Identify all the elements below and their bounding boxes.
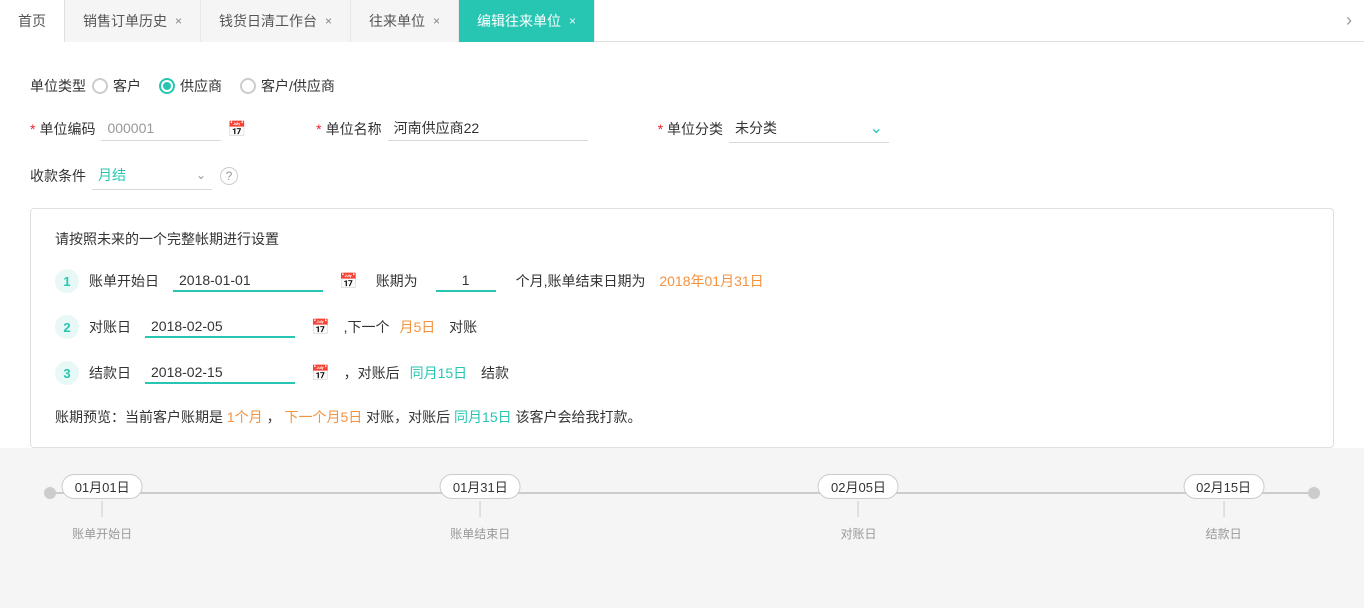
category-required: * — [658, 121, 663, 137]
radio-supplier-label: 供应商 — [180, 76, 222, 96]
preview-sep1: ， — [267, 409, 281, 425]
tab-edit-partner[interactable]: 编辑往来单位 × — [459, 0, 595, 42]
tab-sales-history-label: 销售订单历史 — [83, 11, 167, 31]
name-input[interactable] — [388, 116, 588, 141]
tabs-bar: 首页 销售订单历史 × 钱货日清工作台 × 往来单位 × 编辑往来单位 × › — [0, 0, 1364, 42]
step-3-prefix: ，对账后 — [340, 363, 400, 383]
node-4-label: 结款日 — [1206, 525, 1242, 542]
category-field-group: * 单位分类 未分类 ⌄ — [658, 114, 889, 143]
tab-sales-history[interactable]: 销售订单历史 × — [65, 0, 201, 42]
node-4-bubble: 02月15日 — [1183, 474, 1264, 499]
preview-sep2: 对账，对账后 — [366, 409, 450, 425]
radio-both-circle — [240, 78, 256, 94]
tab-sales-history-close[interactable]: × — [175, 14, 182, 28]
timeline-node-3: 02月05日 对账日 — [818, 474, 899, 542]
tab-edit-partner-close[interactable]: × — [569, 14, 576, 28]
name-label: 单位名称 — [326, 119, 382, 139]
tab-home-label: 首页 — [18, 11, 46, 31]
category-value: 未分类 — [735, 118, 864, 138]
tab-cash-work[interactable]: 钱货日清工作台 × — [201, 0, 351, 42]
node-2-label: 账单结束日 — [450, 525, 510, 542]
radio-customer-circle — [92, 78, 108, 94]
settings-section: 请按照未来的一个完整帐期进行设置 1 账单开始日 📅 账期为 个月,账单结束日期… — [30, 208, 1334, 448]
tab-cash-work-close[interactable]: × — [325, 14, 332, 28]
node-3-label: 对账日 — [840, 525, 876, 542]
step-1-calendar-icon[interactable]: 📅 — [339, 272, 358, 290]
name-field-group: * 单位名称 — [316, 116, 587, 141]
preview-p1: 1个月 — [227, 409, 263, 425]
timeline-node-4: 02月15日 结款日 — [1183, 474, 1264, 542]
code-required: * — [30, 121, 35, 137]
step-3-label: 结款日 — [89, 363, 131, 383]
step-3-row: 3 结款日 📅 ，对账后 同月15日 结款 — [55, 361, 1309, 385]
tab-partner[interactable]: 往来单位 × — [351, 0, 459, 42]
step-2-row: 2 对账日 📅 ,下一个 月5日 对账 — [55, 315, 1309, 339]
timeline-node-2: 01月31日 账单结束日 — [440, 474, 521, 542]
tab-partner-label: 往来单位 — [369, 11, 425, 31]
step-1-date-input[interactable] — [173, 270, 323, 292]
step-2-num: 2 — [55, 315, 79, 339]
code-input[interactable] — [101, 116, 221, 141]
unit-type-radio-group: 客户 供应商 客户/供应商 — [92, 76, 335, 96]
step-1-label: 账单开始日 — [89, 271, 159, 291]
category-label: 单位分类 — [667, 119, 723, 139]
preview-end: 该客户会给我打款。 — [516, 409, 642, 425]
code-calendar-icon[interactable]: 📅 — [227, 120, 246, 138]
preview-label: 账期预览：当前客户账期是 — [55, 409, 223, 425]
radio-both-label: 客户/供应商 — [261, 76, 335, 96]
node-2-bubble: 01月31日 — [440, 474, 521, 499]
radio-supplier[interactable]: 供应商 — [159, 76, 222, 96]
payment-chevron-icon: ⌄ — [196, 168, 206, 182]
tab-edit-partner-label: 编辑往来单位 — [477, 11, 561, 31]
payment-value: 月结 — [98, 165, 190, 185]
step-1-row: 1 账单开始日 📅 账期为 个月,账单结束日期为 2018年01月31日 — [55, 269, 1309, 293]
step-1-mid-label: 账期为 — [376, 271, 418, 291]
timeline-section: 01月01日 账单开始日 01月31日 账单结束日 02月05日 对账日 02月… — [0, 464, 1364, 564]
node-1-label: 账单开始日 — [72, 525, 132, 542]
unit-type-label: 单位类型 — [30, 76, 86, 96]
radio-customer[interactable]: 客户 — [92, 76, 141, 96]
tab-home[interactable]: 首页 — [0, 0, 65, 42]
help-icon[interactable]: ? — [220, 167, 238, 185]
tabs-expand-button[interactable]: › — [1334, 10, 1364, 31]
radio-customer-label: 客户 — [113, 76, 141, 96]
category-select[interactable]: 未分类 ⌄ — [729, 114, 889, 143]
step-1-end-date: 2018年01月31日 — [659, 271, 763, 291]
payment-label: 收款条件 — [30, 166, 86, 186]
preview-p2: 下一个月5日 — [284, 409, 362, 425]
step-2-suffix: 对账 — [445, 317, 477, 337]
node-3-bubble: 02月05日 — [818, 474, 899, 499]
code-field-group: * 单位编码 📅 — [30, 116, 246, 141]
main-content: 单位类型 客户 供应商 客户/供应商 * 单位编码 📅 * 单位名称 — [0, 42, 1364, 448]
payment-row: 收款条件 月结 ⌄ ? — [30, 161, 1334, 190]
preview-row: 账期预览：当前客户账期是 1个月 ， 下一个月5日 对账，对账后 同月15日 该… — [55, 407, 1309, 427]
payment-select[interactable]: 月结 ⌄ — [92, 161, 212, 190]
section-title: 请按照未来的一个完整帐期进行设置 — [55, 229, 1309, 249]
preview-p3: 同月15日 — [454, 409, 512, 425]
step-3-date-input[interactable] — [145, 362, 295, 384]
step-1-num: 1 — [55, 269, 79, 293]
code-label: 单位编码 — [39, 119, 95, 139]
code-name-row: * 单位编码 📅 * 单位名称 * 单位分类 未分类 ⌄ — [30, 114, 1334, 143]
node-1-bubble: 01月01日 — [62, 474, 143, 499]
step-3-suffix: 结款 — [477, 363, 509, 383]
step-1-months-input[interactable] — [436, 270, 496, 292]
timeline-node-1: 01月01日 账单开始日 — [62, 474, 143, 542]
step-1-suffix: 个月,账单结束日期为 — [512, 271, 650, 291]
chevron-down-icon: ⌄ — [870, 118, 883, 138]
step-2-calendar-icon[interactable]: 📅 — [311, 318, 330, 336]
step-3-num: 3 — [55, 361, 79, 385]
step-2-label: 对账日 — [89, 317, 131, 337]
step-2-date-input[interactable] — [145, 316, 295, 338]
name-required: * — [316, 121, 321, 137]
tab-cash-work-label: 钱货日清工作台 — [219, 11, 317, 31]
step-2-highlight: 月5日 — [399, 317, 435, 337]
radio-supplier-circle — [159, 78, 175, 94]
step-3-calendar-icon[interactable]: 📅 — [311, 364, 330, 382]
step-3-highlight: 同月15日 — [410, 363, 468, 383]
radio-both[interactable]: 客户/供应商 — [240, 76, 335, 96]
step-2-prefix: ,下一个 — [340, 317, 390, 337]
unit-type-row: 单位类型 客户 供应商 客户/供应商 — [30, 76, 1334, 96]
tab-partner-close[interactable]: × — [433, 14, 440, 28]
